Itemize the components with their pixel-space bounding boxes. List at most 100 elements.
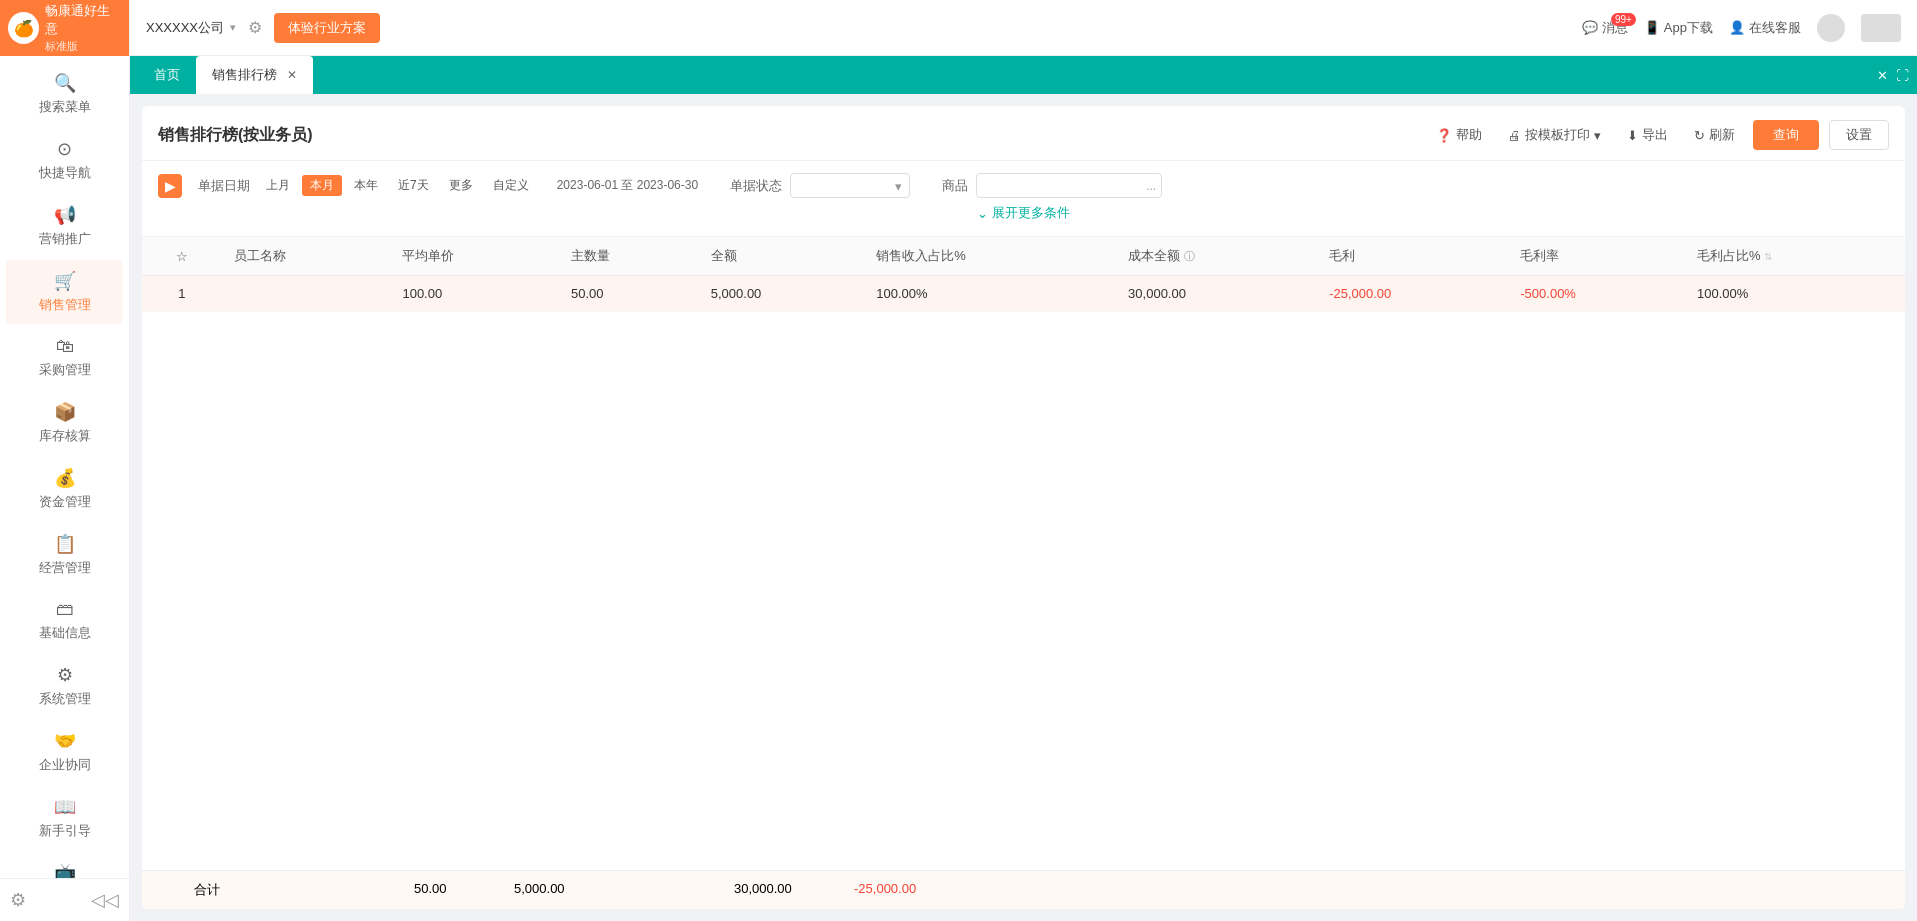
tab-close-icon[interactable]: ✕	[287, 68, 297, 82]
filter-toggle-button[interactable]: ▶	[158, 174, 182, 198]
date-range-text: 2023-06-01 至 2023-06-30	[557, 177, 698, 194]
avatar[interactable]	[1817, 14, 1845, 42]
user-name-placeholder	[1861, 14, 1901, 42]
page-actions: ❓ 帮助 🖨 按模板打印 ▾ ⬇ 导出 ↻ 刷新	[1428, 120, 1889, 150]
expand-more-button[interactable]: ⌄ 展开更多条件	[158, 198, 1889, 228]
sidebar: 🍊 畅康通好生意 标准版 🔍 搜索菜单 ⊙ 快捷导航 📢 营销推广 🛒 销售管理…	[0, 0, 130, 921]
logo-icon: 🍊	[8, 12, 39, 44]
online-service-item[interactable]: 👤 在线客服	[1729, 19, 1801, 37]
tab-expand-icon[interactable]: ⛶	[1896, 68, 1909, 83]
tab-label: 销售排行榜	[212, 66, 277, 84]
tab-close-all-icon[interactable]: ✕	[1877, 68, 1888, 83]
goods-input[interactable]	[976, 173, 1162, 198]
tab-home[interactable]: 首页	[138, 56, 196, 94]
date-tab-7days[interactable]: 近7天	[390, 175, 437, 196]
sidebar-item-purchase[interactable]: 🛍 采购管理	[6, 326, 123, 389]
th-cost: 成本全额 ⓘ	[1116, 237, 1317, 276]
app-download-label: App下载	[1664, 19, 1713, 37]
th-profit-rate: 毛利率	[1508, 237, 1685, 276]
refresh-button[interactable]: ↻ 刷新	[1686, 122, 1743, 148]
help-button[interactable]: ❓ 帮助	[1428, 122, 1490, 148]
query-button[interactable]: 查询	[1753, 120, 1819, 150]
sidebar-item-guide[interactable]: 📖 新手引导	[6, 786, 123, 850]
footer-empty-rank	[154, 881, 194, 899]
sidebar-item-sales[interactable]: 🛒 销售管理	[6, 260, 123, 324]
sidebar-item-label: 新手引导	[39, 822, 91, 840]
print-button[interactable]: 🖨 按模板打印 ▾	[1500, 122, 1609, 148]
settings-button[interactable]: 设置	[1829, 120, 1889, 150]
settings-icon[interactable]: ⚙	[248, 18, 262, 37]
th-profit-pct: 毛利占比% ⇅	[1685, 237, 1905, 276]
date-tab-this-month[interactable]: 本月	[302, 175, 342, 196]
sidebar-item-marketing[interactable]: 📢 营销推广	[6, 194, 123, 258]
filter-toggle-icon: ▶	[165, 178, 176, 194]
collapse-icon[interactable]: ◁◁	[91, 889, 119, 911]
table-area: ☆ 员工名称 平均单价 主数量 全额 销售收入占比% 成本全额 ⓘ 毛利 毛利率…	[142, 237, 1905, 870]
sidebar-item-search[interactable]: 🔍 搜索菜单	[6, 62, 123, 126]
th-quantity: 主数量	[559, 237, 699, 276]
export-button[interactable]: ⬇ 导出	[1619, 122, 1676, 148]
date-tab-more[interactable]: 更多	[441, 175, 481, 196]
date-tab-last-month[interactable]: 上月	[258, 175, 298, 196]
data-table: ☆ 员工名称 平均单价 主数量 全额 销售收入占比% 成本全额 ⓘ 毛利 毛利率…	[142, 237, 1905, 312]
sidebar-item-finance[interactable]: 💰 资金管理	[6, 457, 123, 521]
date-tab-custom[interactable]: 自定义	[485, 175, 537, 196]
expand-icon: ⌄	[977, 206, 988, 221]
content-card: 销售排行榜(按业务员) ❓ 帮助 🖨 按模板打印 ▾ ⬇ 导出	[142, 106, 1905, 909]
date-tab-this-year[interactable]: 本年	[346, 175, 386, 196]
goods-filter: 商品 ...	[942, 173, 1156, 198]
sidebar-item-collab[interactable]: 🤝 企业协同	[6, 720, 123, 784]
print-arrow-icon: ▾	[1594, 128, 1601, 143]
sidebar-item-basic[interactable]: 🗃 基础信息	[6, 589, 123, 652]
footer-quantity: 50.00	[414, 881, 514, 899]
tabbar-actions: ✕ ⛶	[1877, 68, 1909, 83]
status-select[interactable]	[790, 173, 910, 198]
sidebar-item-inventory[interactable]: 📦 库存核算	[6, 391, 123, 455]
home-label: 首页	[154, 66, 180, 84]
search-icon: 🔍	[54, 72, 76, 94]
settings-icon[interactable]: ⚙	[10, 889, 26, 911]
sidebar-item-appstore[interactable]: 📺 应用中心	[6, 852, 123, 878]
cell-amount: 5,000.00	[699, 276, 864, 312]
cell-avg-price: 100.00	[390, 276, 559, 312]
sidebar-item-label: 采购管理	[39, 361, 91, 379]
basic-icon: 🗃	[56, 599, 74, 620]
sort-icon[interactable]: ⇅	[1764, 251, 1772, 262]
finance-icon: 💰	[54, 467, 76, 489]
sidebar-item-label: 企业协同	[39, 756, 91, 774]
inventory-icon: 📦	[54, 401, 76, 423]
marketing-icon: 📢	[54, 204, 76, 226]
goods-more-icon[interactable]: ...	[1146, 179, 1156, 193]
tab-sales-ranking[interactable]: 销售排行榜 ✕	[196, 56, 313, 94]
message-icon: 💬	[1582, 20, 1598, 35]
cell-profit: -25,000.00	[1317, 276, 1508, 312]
footer-label: 合计	[194, 881, 314, 899]
th-profit: 毛利	[1317, 237, 1508, 276]
app-download-item[interactable]: 📱 App下载	[1644, 19, 1713, 37]
company-selector[interactable]: XXXXXX公司 ▾	[146, 19, 236, 37]
date-range-display: 2023-06-01 至 2023-06-30	[553, 177, 698, 194]
footer-sales-pct-empty	[614, 881, 734, 899]
tabbar: 首页 销售排行榜 ✕ ✕ ⛶	[130, 56, 1917, 94]
sidebar-item-operations[interactable]: 📋 经营管理	[6, 523, 123, 587]
cost-help-icon[interactable]: ⓘ	[1184, 250, 1195, 262]
sidebar-logo: 🍊 畅康通好生意 标准版	[0, 0, 129, 56]
footer-profit: -25,000.00	[854, 881, 974, 899]
sidebar-footer: ⚙ ◁◁	[0, 878, 129, 921]
cell-rank: 1	[142, 276, 222, 312]
sidebar-item-label: 基础信息	[39, 624, 91, 642]
logo-text: 畅康通好生意 标准版	[45, 2, 121, 54]
sidebar-item-quicknav[interactable]: ⊙ 快捷导航	[6, 128, 123, 192]
experience-button[interactable]: 体验行业方案	[274, 13, 380, 43]
page-header: 销售排行榜(按业务员) ❓ 帮助 🖨 按模板打印 ▾ ⬇ 导出	[142, 106, 1905, 161]
filter-area: ▶ 单据日期 上月 本月 本年 近7天 更多 自定义	[142, 161, 1905, 237]
cell-cost: 30,000.00	[1116, 276, 1317, 312]
message-item[interactable]: 💬 消息 99+	[1582, 19, 1628, 37]
filter-row-1: ▶ 单据日期 上月 本月 本年 近7天 更多 自定义	[158, 173, 1889, 198]
footer-avg-price-empty	[314, 881, 414, 899]
system-icon: ⚙	[57, 664, 73, 686]
status-select-wrapper	[790, 173, 910, 198]
date-filter: 单据日期 上月 本月 本年 近7天 更多 自定义	[198, 175, 537, 196]
cell-name	[222, 276, 391, 312]
sidebar-item-system[interactable]: ⚙ 系统管理	[6, 654, 123, 718]
